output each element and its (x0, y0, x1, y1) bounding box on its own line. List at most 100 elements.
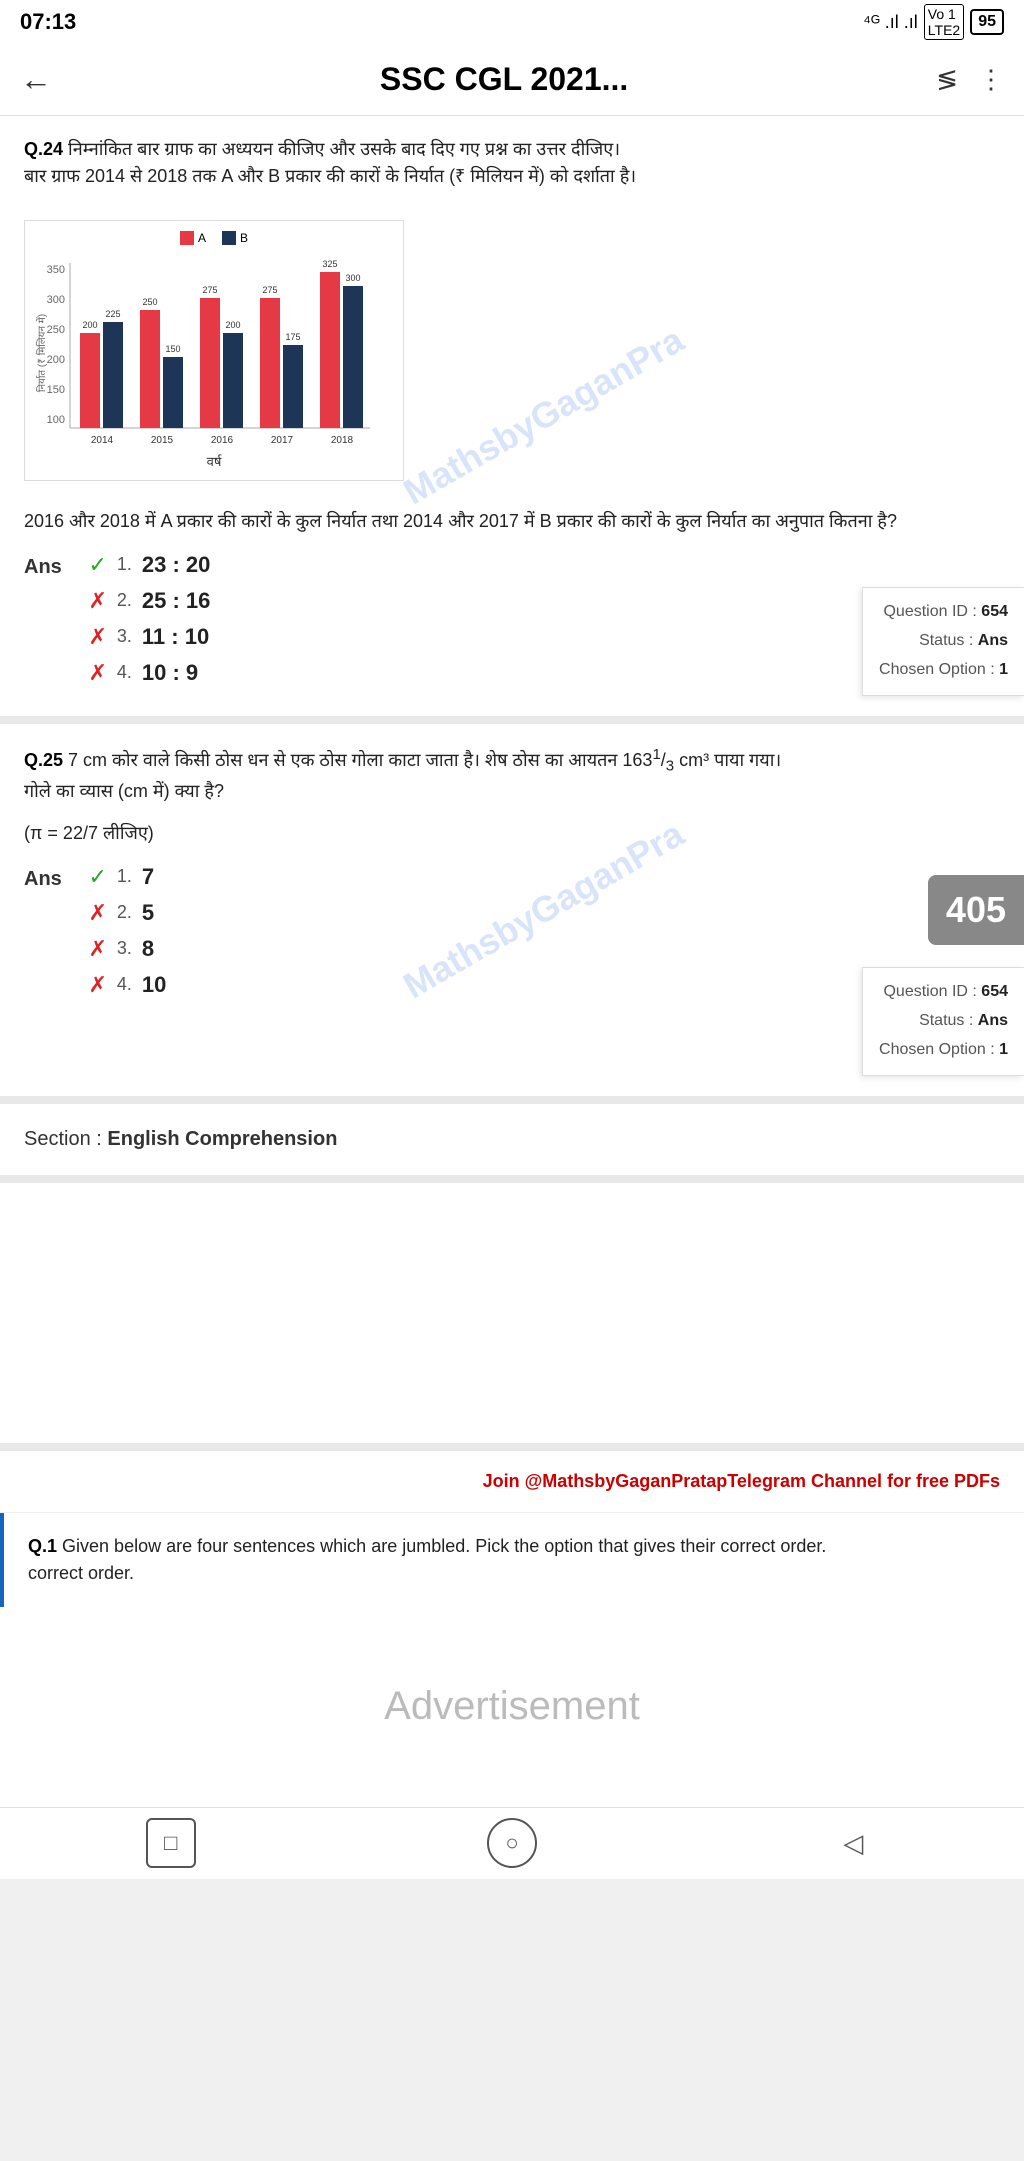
svg-text:350: 350 (47, 264, 65, 276)
status-bar: 07:13 ⁴ᴳ .ıl .ıl Vo 1LTE2 95 (0, 0, 1024, 44)
q24-id-label: Question ID : (883, 603, 981, 620)
svg-text:225: 225 (105, 309, 120, 319)
svg-text:150: 150 (47, 384, 65, 396)
section-header: Section : English Comprehension (0, 1104, 1024, 1183)
share-icon[interactable]: ≶ (936, 64, 958, 95)
telegram-promo[interactable]: Join @MathsbyGaganPratapTelegram Channel… (0, 1451, 1024, 1513)
q24-status-label: Status : (919, 632, 978, 649)
number-badge: 405 (928, 875, 1024, 945)
question-25-info: Question ID : 654 Status : Ans Chosen Op… (862, 967, 1024, 1075)
svg-text:200: 200 (82, 320, 97, 330)
home-button[interactable]: □ (146, 1818, 196, 1868)
question-24-chosen-row: Chosen Option : 1 (879, 656, 1008, 685)
legend-b-color (222, 231, 236, 245)
option-24-3-icon: ✗ (88, 624, 106, 650)
legend-b-label: B (240, 231, 248, 245)
option-24-1: ✓ 1. 23 : 20 (88, 552, 210, 578)
question-24-status-row: Status : Ans (879, 627, 1008, 656)
svg-text:300: 300 (345, 273, 360, 283)
q25-status-label: Status : (919, 1012, 978, 1029)
q1-text: Given below are four sentences which are… (62, 1536, 826, 1556)
svg-text:275: 275 (202, 285, 217, 295)
question-24-info: Question ID : 654 Status : Ans Chosen Op… (862, 587, 1024, 695)
signal-indicator: ⁴ᴳ .ıl .ıl (863, 12, 918, 33)
question-25-text-3: गोले का व्यास (cm में) क्या है? (24, 781, 224, 801)
legend-b: B (222, 231, 248, 245)
svg-text:2014: 2014 (91, 435, 114, 443)
option-25-2-icon: ✗ (88, 900, 106, 926)
legend-a-label: A (198, 231, 206, 245)
chart-x-label: वर्ष (35, 452, 393, 470)
option-25-2: ✗ 2. 5 (88, 900, 166, 926)
q25-id-label: Question ID : (883, 983, 981, 1000)
svg-text:175: 175 (285, 332, 300, 342)
ans-24-label: Ans (24, 552, 84, 579)
option-25-3: ✗ 3. 8 (88, 936, 166, 962)
bar-2016-a (200, 298, 220, 428)
question-25-fraction-denom: 3 (666, 757, 674, 774)
svg-text:2017: 2017 (271, 435, 294, 443)
svg-text:200: 200 (225, 320, 240, 330)
q25-status-value: Ans (978, 1012, 1008, 1029)
more-icon[interactable]: ⋮ (978, 64, 1004, 95)
option-25-3-text: 8 (142, 936, 154, 962)
svg-text:निर्यात (₹ मिलियन में): निर्यात (₹ मिलियन में) (36, 314, 48, 392)
bar-2017-a (260, 298, 280, 428)
q25-chosen-label: Chosen Option : (879, 1041, 999, 1058)
svg-text:2016: 2016 (211, 435, 234, 443)
q24-id-value: 654 (981, 603, 1008, 620)
question-24-block: MathsbyGaganPra Q.24 निम्नांकित बार ग्रा… (0, 116, 1024, 724)
svg-text:150: 150 (165, 344, 180, 354)
option-25-1-text: 7 (142, 864, 154, 890)
option-24-2-text: 25 : 16 (142, 588, 211, 614)
back-button[interactable]: ← (20, 61, 52, 98)
ans-25-label: Ans (24, 864, 84, 891)
svg-text:325: 325 (322, 259, 337, 269)
option-25-4-icon: ✗ (88, 972, 106, 998)
battery-indicator: 95 (970, 9, 1004, 35)
option-24-2-num: 2. (117, 590, 132, 611)
circle-icon: ○ (505, 1830, 518, 1856)
bar-chart: A B 350 300 250 200 150 100 2014 (24, 220, 404, 481)
section-label: Section : (24, 1128, 102, 1150)
square-icon: □ (164, 1830, 177, 1856)
q24-chosen-value: 1 (999, 661, 1008, 678)
option-24-4: ✗ 4. 10 : 9 (88, 660, 210, 686)
question-25-chosen-row: Chosen Option : 1 (879, 1036, 1008, 1065)
options-24-list: ✓ 1. 23 : 20 ✗ 2. 25 : 16 ✗ 3. 11 : 10 ✗… (88, 552, 210, 696)
option-24-4-icon: ✗ (88, 660, 106, 686)
triangle-icon: ◁ (843, 1828, 863, 1859)
option-24-2-icon: ✗ (88, 588, 106, 614)
question-24-id-row: Question ID : 654 (879, 598, 1008, 627)
q25-chosen-value: 1 (999, 1041, 1008, 1058)
option-24-1-text: 23 : 20 (142, 552, 211, 578)
legend-a-color (180, 231, 194, 245)
option-25-1-icon: ✓ (88, 864, 106, 890)
option-24-3-num: 3. (117, 626, 132, 647)
option-25-1-num: 1. (117, 866, 132, 887)
question-25-text-2: cm³ पाया गया। (679, 750, 781, 770)
svg-text:250: 250 (142, 297, 157, 307)
question-24-header: Q.24 निम्नांकित बार ग्राफ का अध्ययन कीजि… (24, 136, 1000, 190)
question-25-id-row: Question ID : 654 (879, 978, 1008, 1007)
question-25-fraction: 1 (652, 746, 660, 763)
answer-25-section: Ans ✓ 1. 7 ✗ 2. 5 ✗ 3. 8 ✗ 4. 10 (24, 864, 1000, 1008)
back-button-nav[interactable]: ○ (487, 1818, 537, 1868)
question-25-text-1: 7 cm कोर वाले किसी ठोस धन से एक ठोस गोला… (68, 750, 652, 770)
question-24-sub: 2016 और 2018 में A प्रकार की कारों के कु… (24, 507, 1000, 536)
q25-id-value: 654 (981, 983, 1008, 1000)
svg-text:2015: 2015 (151, 435, 174, 443)
section-value: English Comprehension (107, 1128, 337, 1150)
legend-a: A (180, 231, 206, 245)
option-24-1-num: 1. (117, 554, 132, 575)
recent-button[interactable]: ◁ (828, 1818, 878, 1868)
option-24-1-icon: ✓ (88, 552, 106, 578)
options-25-list: ✓ 1. 7 ✗ 2. 5 ✗ 3. 8 ✗ 4. 10 (88, 864, 166, 1008)
question-25-pi: (π = 22/7 लीजिए) (24, 819, 1000, 848)
svg-text:2018: 2018 (331, 435, 354, 443)
option-25-3-num: 3. (117, 938, 132, 959)
question-24-num: Q.24 (24, 139, 63, 159)
option-24-4-num: 4. (117, 662, 132, 683)
question-25-block: MathsbyGaganPra Q.25 7 cm कोर वाले किसी … (0, 724, 1024, 1104)
question-25-num: Q.25 (24, 750, 63, 770)
